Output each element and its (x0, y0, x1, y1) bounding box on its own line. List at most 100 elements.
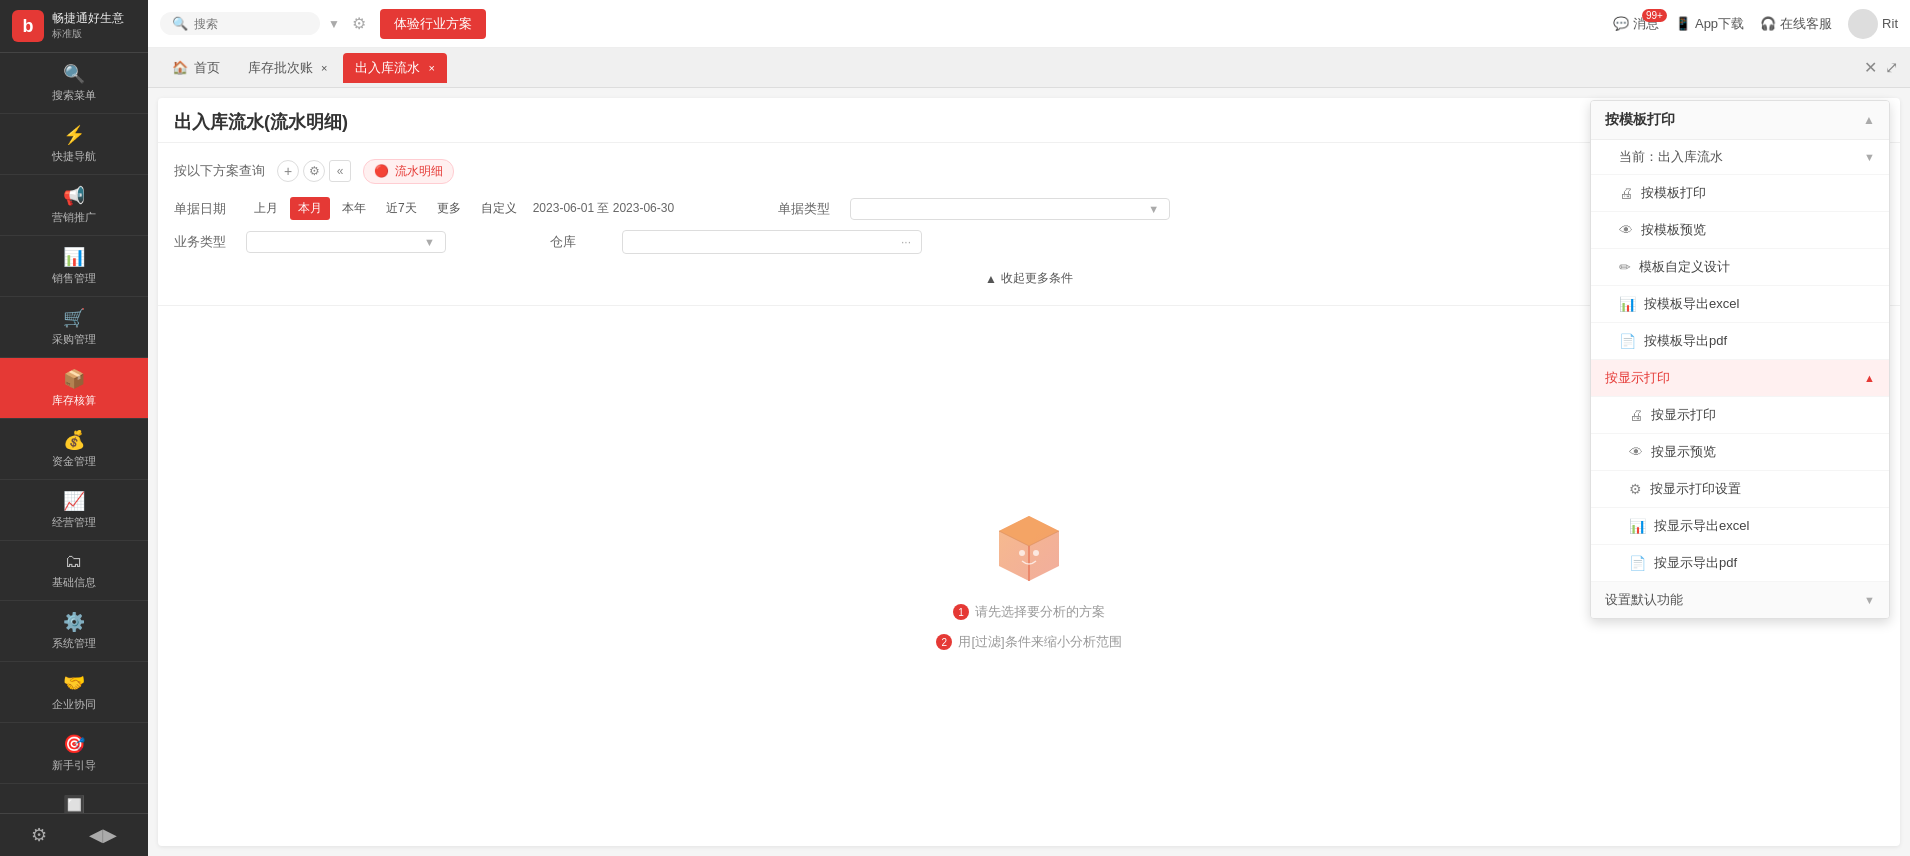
date-last-7-days-btn[interactable]: 近7天 (378, 197, 425, 220)
template-custom-menu-item[interactable]: ✏ 模板自定义设计 (1591, 249, 1889, 286)
chevron-down-icon: ▼ (424, 236, 435, 248)
home-icon: 🏠 (172, 60, 188, 75)
display-export-pdf-sub-item[interactable]: 📄 按显示导出pdf (1591, 545, 1889, 582)
filter-tag-water-detail[interactable]: 🔴 流水明细 (363, 159, 454, 184)
sidebar-item-quick-nav[interactable]: ⚡ 快捷导航 (0, 114, 148, 175)
sidebar-item-marketing[interactable]: 📢 营销推广 (0, 175, 148, 236)
sidebar-item-finance[interactable]: 💰 资金管理 (0, 419, 148, 480)
sidebar-item-guide[interactable]: 🎯 新手引导 (0, 723, 148, 784)
design-icon: ✏ (1619, 259, 1631, 275)
svg-point-5 (1019, 550, 1025, 556)
print-current-template-btn[interactable]: 当前：出入库流水 ▼ (1591, 140, 1889, 175)
sidebar-item-label: 营销推广 (52, 210, 96, 225)
tab-batch-account-label: 库存批次账 (248, 59, 313, 77)
print-dropdown-collapse-btn[interactable]: ▲ (1863, 113, 1875, 127)
filter-tag-label: 流水明细 (395, 163, 443, 180)
app-download-button[interactable]: 📱 App下载 (1675, 15, 1744, 33)
warehouse-select[interactable]: ··· (622, 230, 922, 254)
filter-settings-button[interactable]: ⚙ (303, 160, 325, 182)
svg-point-6 (1033, 550, 1039, 556)
date-range-display: 2023-06-01 至 2023-06-30 (533, 200, 674, 217)
finance-icon: 💰 (63, 429, 85, 451)
display-print-settings-label: 按显示打印设置 (1650, 480, 1741, 498)
pdf-icon: 📄 (1619, 333, 1636, 349)
filter-collapse-button[interactable]: « (329, 160, 351, 182)
empty-hint-1-text: 请先选择要分析的方案 (975, 603, 1105, 621)
topbar-chevron-icon[interactable]: ▼ (328, 17, 340, 31)
topbar-right: 💬 消息 99+ 📱 App下载 🎧 在线客服 Rit (1613, 9, 1898, 39)
sidebar-item-search[interactable]: 🔍 搜索菜单 (0, 53, 148, 114)
sidebar-item-purchase[interactable]: 🛒 采购管理 (0, 297, 148, 358)
tabbar: 🏠 首页 库存批次账 × 出入库流水 × ✕ ⤢ (148, 48, 1910, 88)
tab-batch-account[interactable]: 库存批次账 × (236, 53, 339, 83)
display-preview-label: 按显示预览 (1651, 443, 1716, 461)
date-prev-month-btn[interactable]: 上月 (246, 197, 286, 220)
sidebar-item-inventory[interactable]: 📦 库存核算 (0, 358, 148, 419)
template-preview-menu-item[interactable]: 👁 按模板预览 (1591, 212, 1889, 249)
logo-text-container: 畅捷通好生意 标准版 (52, 11, 124, 41)
industry-solution-button[interactable]: 体验行业方案 (380, 9, 486, 39)
sidebar-item-operations[interactable]: 📈 经营管理 (0, 480, 148, 541)
tab-right-controls: ✕ ⤢ (1864, 58, 1898, 77)
date-field-label: 单据日期 (174, 200, 234, 218)
empty-state-icon (984, 501, 1074, 591)
sidebar-item-label: 库存核算 (52, 393, 96, 408)
sidebar-item-label: 搜索菜单 (52, 88, 96, 103)
tab-in-out-flow[interactable]: 出入库流水 × (343, 53, 446, 83)
sidebar-item-apps[interactable]: 🔲 应用中心 (0, 784, 148, 813)
chevron-down-icon: ▼ (1864, 151, 1875, 163)
topbar-search-box[interactable]: 🔍 (160, 12, 320, 35)
window-expand-btn[interactable]: ⤢ (1885, 58, 1898, 77)
print-dropdown-title: 按模板打印 (1605, 111, 1675, 129)
sidebar-item-label: 经营管理 (52, 515, 96, 530)
business-type-select[interactable]: ▼ (246, 231, 446, 253)
sidebar-item-sales[interactable]: 📊 销售管理 (0, 236, 148, 297)
message-button[interactable]: 💬 消息 99+ (1613, 15, 1659, 33)
display-export-excel-sub-item[interactable]: 📊 按显示导出excel (1591, 508, 1889, 545)
date-more-btn[interactable]: 更多 (429, 197, 469, 220)
tab-in-out-flow-close[interactable]: × (428, 62, 434, 74)
tab-home[interactable]: 🏠 首页 (160, 53, 232, 83)
tab-home-label: 首页 (194, 59, 220, 77)
display-preview-sub-item[interactable]: 👁 按显示预览 (1591, 434, 1889, 471)
online-service-button[interactable]: 🎧 在线客服 (1760, 15, 1832, 33)
chevron-down-icon: ▼ (1148, 203, 1159, 215)
template-export-pdf-menu-item[interactable]: 📄 按模板导出pdf (1591, 323, 1889, 360)
app-download-label: App下载 (1695, 15, 1744, 33)
window-close-btn[interactable]: ✕ (1864, 58, 1877, 77)
topbar-gear-icon[interactable]: ⚙ (352, 14, 366, 33)
sidebar-collapse-btn[interactable]: ◀▶ (89, 824, 117, 846)
search-input[interactable] (194, 17, 294, 31)
search-icon: 🔍 (63, 63, 85, 85)
print-dropdown-header: 按模板打印 ▲ (1591, 101, 1889, 140)
date-this-year-btn[interactable]: 本年 (334, 197, 374, 220)
sidebar-item-system[interactable]: ⚙️ 系统管理 (0, 601, 148, 662)
sidebar-settings-btn[interactable]: ⚙ (31, 824, 47, 846)
quick-nav-icon: ⚡ (63, 124, 85, 146)
sidebar-item-basic[interactable]: 🗂 基础信息 (0, 541, 148, 601)
display-print-sub-item[interactable]: 🖨 按显示打印 (1591, 397, 1889, 434)
filter-add-button[interactable]: + (277, 160, 299, 182)
set-default-function-button[interactable]: 设置默认功能 ▼ (1591, 582, 1889, 618)
display-print-label: 按显示打印 (1651, 406, 1716, 424)
basic-icon: 🗂 (65, 551, 83, 572)
template-print-menu-item[interactable]: 🖨 按模板打印 (1591, 175, 1889, 212)
sidebar-item-cooperation[interactable]: 🤝 企业协同 (0, 662, 148, 723)
template-export-pdf-label: 按模板导出pdf (1644, 332, 1727, 350)
user-name: Rit (1882, 16, 1898, 31)
user-profile-button[interactable]: Rit (1848, 9, 1898, 39)
business-type-label: 业务类型 (174, 233, 234, 251)
display-preview-icon: 👁 (1629, 444, 1643, 460)
content-area: 出入库流水(流水明细) 🖨 按模板打印 ▲ ... ⬆ 导出 ↻ 刷新 (148, 88, 1910, 856)
display-print-section-header[interactable]: 按显示打印 ▲ (1591, 360, 1889, 397)
date-tag: 上月 本月 本年 近7天 更多 自定义 2023-06-01 至 2023-06… (246, 197, 674, 220)
voucher-type-select[interactable]: ▼ (850, 198, 1170, 220)
date-custom-btn[interactable]: 自定义 (473, 197, 525, 220)
tab-batch-account-close[interactable]: × (321, 62, 327, 74)
display-print-settings-sub-item[interactable]: ⚙ 按显示打印设置 (1591, 471, 1889, 508)
display-excel-icon: 📊 (1629, 518, 1646, 534)
template-export-excel-menu-item[interactable]: 📊 按模板导出excel (1591, 286, 1889, 323)
app-name: 畅捷通好生意 (52, 11, 124, 27)
date-current-month-btn[interactable]: 本月 (290, 197, 330, 220)
footer-chevron-down-icon: ▼ (1864, 594, 1875, 606)
